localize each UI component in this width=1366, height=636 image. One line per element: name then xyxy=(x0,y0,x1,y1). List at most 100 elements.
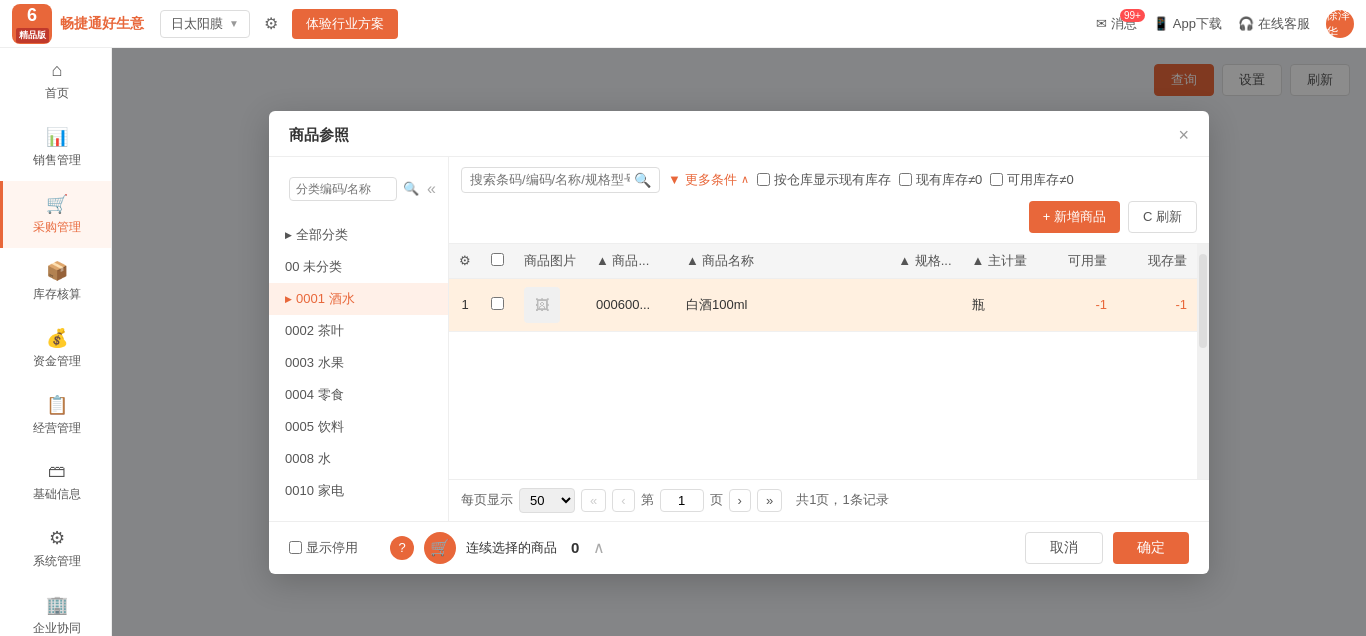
modal-title: 商品参照 xyxy=(289,126,349,145)
sidebar-label-system: 系统管理 xyxy=(33,553,81,570)
col-avail-header: 可用量 xyxy=(1037,244,1117,279)
filter-icon: ▼ xyxy=(668,172,681,187)
table-scrollbar[interactable] xyxy=(1197,244,1209,479)
cat-item-0008[interactable]: 0008 水 xyxy=(269,443,448,475)
page-suffix-label: 页 xyxy=(710,491,723,509)
category-panel-header: 🔍 « xyxy=(269,165,448,213)
product-search-icon[interactable]: 🔍 xyxy=(634,172,651,188)
col-name-header: ▲ 商品名称 xyxy=(676,244,888,279)
cat-item-00[interactable]: 00 未分类 xyxy=(269,251,448,283)
message-icon: ✉ xyxy=(1096,16,1107,31)
sidebar-label-home: 首页 xyxy=(45,85,69,102)
logo: 6 精品版 xyxy=(12,4,52,44)
sidebar-item-purchase[interactable]: 🛒 采购管理 xyxy=(0,181,111,248)
warehouse-checkbox[interactable] xyxy=(757,173,770,186)
cat-item-0001[interactable]: ▶ 0001 酒水 xyxy=(269,283,448,315)
cat-item-0005[interactable]: 0005 饮料 xyxy=(269,411,448,443)
modal-overlay: 商品参照 × 🔍 « xyxy=(112,48,1366,636)
prev-page-button[interactable]: ‹ xyxy=(612,489,634,512)
cart-button[interactable]: 🛒 xyxy=(424,532,456,564)
product-panel: 🔍 ▼ 更多条件 ∧ 按仓库显示现有库存 xyxy=(449,157,1209,521)
content-area: 查询 设置 刷新 商品参照 × xyxy=(112,48,1366,636)
modal-footer: 显示停用 ? 🛒 连续选择的商品 0 ∧ 取消 确定 xyxy=(269,521,1209,574)
sidebar-item-ops[interactable]: 📋 经营管理 xyxy=(0,382,111,449)
cat-item-0002[interactable]: 0002 茶叶 xyxy=(269,315,448,347)
stock-checkbox-label[interactable]: 现有库存≠0 xyxy=(899,171,982,189)
row-checkbox[interactable] xyxy=(491,297,504,310)
avail-checkbox[interactable] xyxy=(990,173,1003,186)
user-avatar[interactable]: 徐泽华 xyxy=(1326,10,1354,38)
confirm-button[interactable]: 确定 xyxy=(1113,532,1189,564)
cell-stock: -1 xyxy=(1117,278,1197,331)
service-button[interactable]: 🎧 在线客服 xyxy=(1238,15,1310,33)
warehouse-checkbox-label[interactable]: 按仓库显示现有库存 xyxy=(757,171,891,189)
add-product-button[interactable]: + 新增商品 xyxy=(1029,201,1120,233)
sidebar-label-ops: 经营管理 xyxy=(33,420,81,437)
sidebar-item-home[interactable]: ⌂ 首页 xyxy=(0,48,111,114)
footer-collapse-button[interactable]: ∧ xyxy=(593,538,605,557)
table-scrollbar-thumb[interactable] xyxy=(1199,254,1207,348)
category-search: 🔍 xyxy=(281,171,427,207)
category-search-input[interactable] xyxy=(289,177,397,201)
base-icon: 🗃 xyxy=(48,461,66,482)
sales-icon: 📊 xyxy=(46,126,68,148)
product-modal: 商品参照 × 🔍 « xyxy=(269,111,1209,574)
main-layout: ⌂ 首页 📊 销售管理 🛒 采购管理 📦 库存核算 💰 资金管理 📋 经营管理 … xyxy=(0,48,1366,636)
sidebar-item-inventory[interactable]: 📦 库存核算 xyxy=(0,248,111,315)
product-search-input[interactable] xyxy=(470,172,630,187)
sidebar-label-finance: 资金管理 xyxy=(33,353,81,370)
footer-cart-section: ? 🛒 连续选择的商品 0 ∧ xyxy=(390,532,605,564)
show-disabled-label[interactable]: 显示停用 xyxy=(289,539,358,557)
col-spec-header: ▲ 规格... xyxy=(888,244,961,279)
select-all-checkbox[interactable] xyxy=(491,253,504,266)
first-page-button[interactable]: « xyxy=(581,489,606,512)
category-list: ▶ 全部分类 00 未分类 ▶ 0001 酒水 0002 茶 xyxy=(269,213,448,513)
cat-item-0003[interactable]: 0003 水果 xyxy=(269,347,448,379)
cat-item-0004[interactable]: 0004 零食 xyxy=(269,379,448,411)
product-image: 🖼 xyxy=(524,287,560,323)
cell-unit: 瓶 xyxy=(962,278,1037,331)
per-page-select[interactable]: 50 100 200 xyxy=(519,488,575,513)
cell-spec xyxy=(888,278,961,331)
home-icon: ⌂ xyxy=(52,60,63,81)
headset-icon: 🎧 xyxy=(1238,16,1254,31)
selected-label: 连续选择的商品 xyxy=(466,539,557,557)
sidebar-item-base[interactable]: 🗃 基础信息 xyxy=(0,449,111,515)
category-search-icon[interactable]: 🔍 xyxy=(403,181,419,196)
category-collapse-button[interactable]: « xyxy=(427,180,436,198)
last-page-button[interactable]: » xyxy=(757,489,782,512)
sidebar-item-corp[interactable]: 🏢 企业协同 xyxy=(0,582,111,636)
table-row[interactable]: 1 🖼 xyxy=(449,278,1197,331)
per-page-label: 每页显示 xyxy=(461,491,513,509)
page-input[interactable] xyxy=(660,489,704,512)
cat-item-0010[interactable]: 0010 家电 xyxy=(269,475,448,507)
col-checkbox-header xyxy=(481,244,514,279)
cancel-button[interactable]: 取消 xyxy=(1025,532,1103,564)
sidebar-item-system[interactable]: ⚙ 系统管理 xyxy=(0,515,111,582)
show-disabled-checkbox[interactable] xyxy=(289,541,302,554)
modal-close-button[interactable]: × xyxy=(1178,125,1189,146)
sidebar-label-inventory: 库存核算 xyxy=(33,286,81,303)
cat-item-all[interactable]: ▶ 全部分类 xyxy=(269,219,448,251)
app-download-button[interactable]: 📱 App下载 xyxy=(1153,15,1222,33)
store-dropdown[interactable]: 日太阳膜 ▼ xyxy=(160,10,250,38)
cell-img: 🖼 xyxy=(514,278,586,331)
gear-button[interactable]: ⚙ xyxy=(258,8,284,39)
stock-checkbox[interactable] xyxy=(899,173,912,186)
cart-icon: 🛒 xyxy=(430,538,450,557)
message-button[interactable]: ✉ 消息 99+ xyxy=(1096,15,1137,33)
modal-header: 商品参照 × xyxy=(269,111,1209,157)
ops-icon: 📋 xyxy=(46,394,68,416)
refresh-product-button[interactable]: C 刷新 xyxy=(1128,201,1197,233)
sidebar-item-finance[interactable]: 💰 资金管理 xyxy=(0,315,111,382)
product-table-scroll[interactable]: ⚙ 商品图片 ▲ 商品... xyxy=(449,244,1197,479)
avail-checkbox-label[interactable]: 可用库存≠0 xyxy=(990,171,1073,189)
trial-button[interactable]: 体验行业方案 xyxy=(292,9,398,39)
sidebar-label-base: 基础信息 xyxy=(33,486,81,503)
more-filter-button[interactable]: ▼ 更多条件 ∧ xyxy=(668,171,749,189)
next-page-button[interactable]: › xyxy=(729,489,751,512)
sidebar-item-sales[interactable]: 📊 销售管理 xyxy=(0,114,111,181)
modal-body: 🔍 « ▶ 全部分类 00 未分类 xyxy=(269,157,1209,521)
cell-checkbox[interactable] xyxy=(481,278,514,331)
help-button[interactable]: ? xyxy=(390,536,414,560)
